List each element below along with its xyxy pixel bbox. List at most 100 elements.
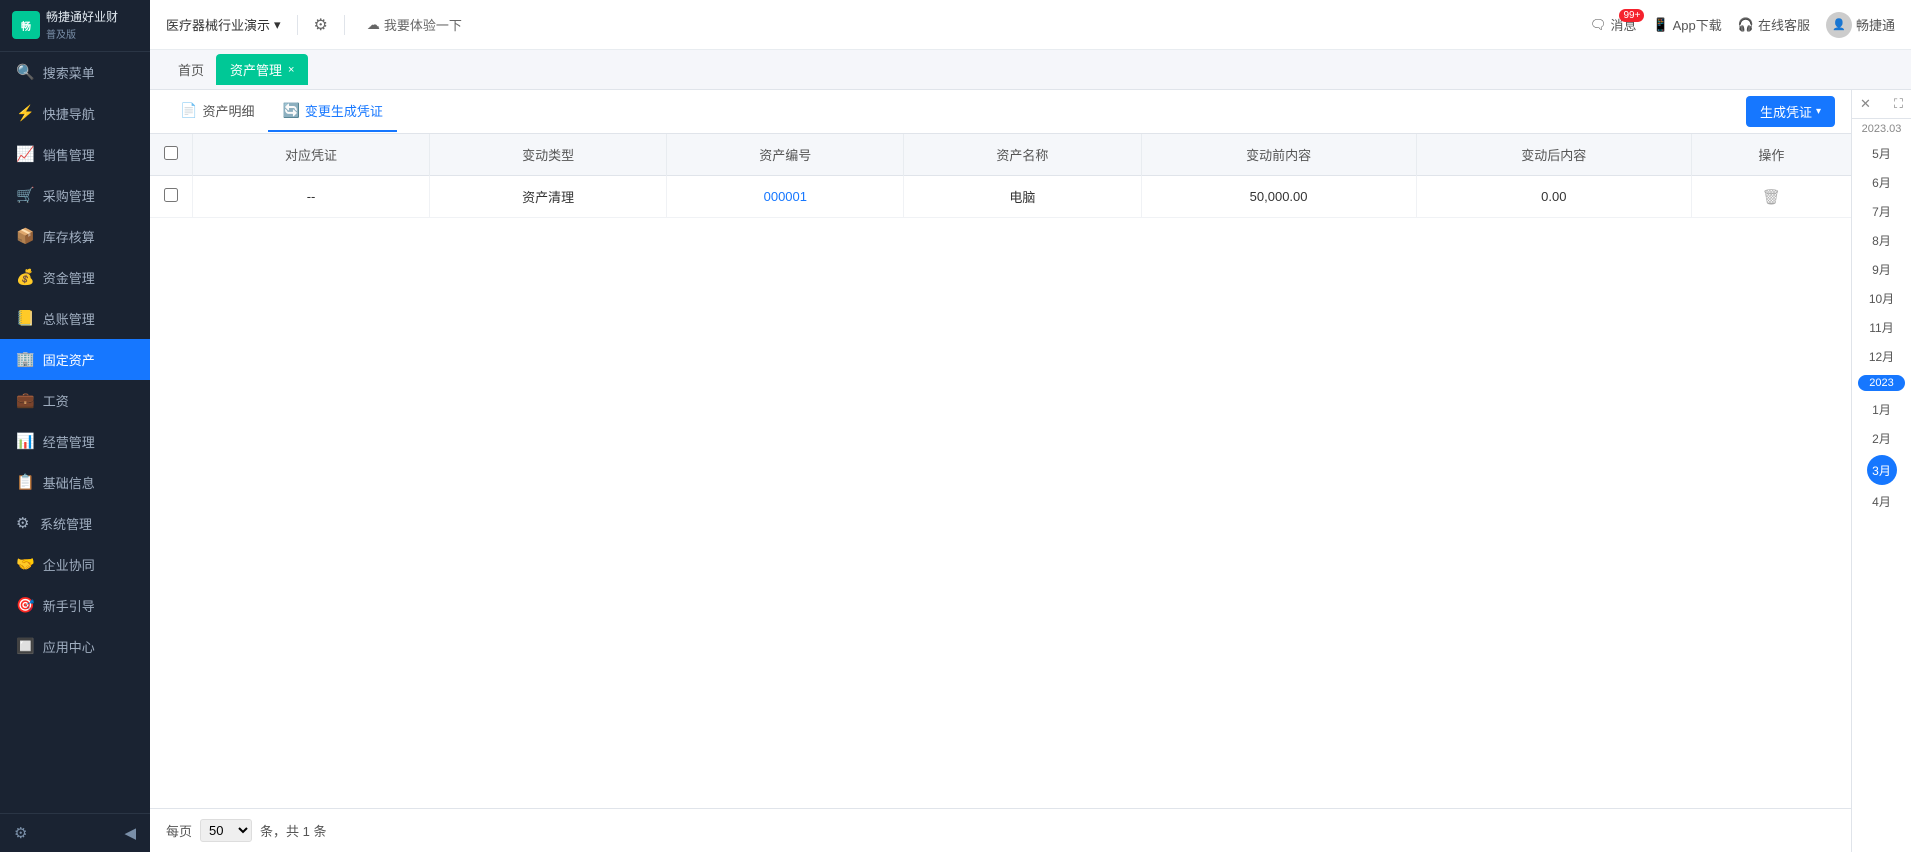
row-checkbox-0[interactable] [164,188,178,202]
message-btn[interactable]: 🗨 消息 99+ [1590,15,1637,34]
sidebar-item-guide[interactable]: 🎯新手引导 [0,585,150,626]
headset-icon: 🎧 [1738,17,1754,33]
sidebar-item-sales[interactable]: 📈 销售管理 [0,134,150,175]
app-subtitle: 普及版 [46,26,118,41]
cloud-icon: ☁ [367,17,380,33]
settings-bottom-icon[interactable]: ⚙ [14,824,27,842]
row-change-type: 资产清理 [430,176,667,218]
sidebar-label-quick-nav: 快捷导航 [43,104,95,123]
collapse-icon[interactable]: ◀ [124,824,136,842]
generate-chevron-icon: ▾ [1816,106,1821,117]
sidebar-icon-enterprise: 🤝 [16,555,35,573]
date-month-prev-12月[interactable]: 12月 [1852,342,1911,371]
feedback-btn[interactable]: ☁ 我要体验一下 [367,15,462,34]
sidebar-icon-ledger: 📒 [16,309,35,327]
sidebar-item-fund[interactable]: 💰资金管理 [0,257,150,298]
sidebar-icon-search: 🔍 [16,63,35,81]
generate-voucher-label: 生成凭证 [1760,102,1812,121]
change-icon: 🔄 [282,102,299,119]
table-header: 对应凭证 变动类型 资产编号 资产名称 变动前内容 变动后内容 操作 [150,134,1851,176]
date-month-prev-5月[interactable]: 5月 [1852,139,1911,168]
sidebar-icon-purchase: 🛒 [16,186,35,204]
topbar-settings-icon[interactable]: ⚙ [314,15,328,35]
tab-home[interactable]: 首页 [166,52,216,87]
sidebar-item-system[interactable]: ⚙系统管理 [0,503,150,544]
date-month-curr-1月[interactable]: 1月 [1852,395,1911,424]
sub-tab-change-voucher[interactable]: 🔄 变更生成凭证 [268,91,396,132]
sidebar-item-inventory[interactable]: 📦 库存核算 [0,216,150,257]
feedback-label: 我要体验一下 [384,15,462,34]
sidebar-icon-salary: 💼 [16,391,35,409]
message-icon: 🗨 [1590,17,1607,33]
sidebar-item-basic-info[interactable]: 📋基础信息 [0,462,150,503]
tab-asset-management[interactable]: 资产管理 × [216,54,308,85]
main-area: 医疗器械行业演示 ▾ ⚙ ☁ 我要体验一下 🗨 消息 99+ 📱 App下载 🎧… [150,0,1911,852]
date-panel-close-icon[interactable]: ✕ [1860,96,1871,112]
sidebar-item-fixed-assets[interactable]: 🏢 固定资产 [0,339,150,380]
table-row: -- 资产清理 000001 电脑 50,000.00 0.00 🗑 [150,176,1851,218]
date-month-prev-11月[interactable]: 11月 [1852,313,1911,342]
date-month-curr-4月[interactable]: 4月 [1852,487,1911,516]
sidebar-logo: 畅 畅捷通好业财 普及版 [0,0,150,52]
sidebar-item-app-center[interactable]: 🔲 应用中心 [0,626,150,667]
curr-months: 1月2月3月4月 [1852,395,1911,516]
sidebar-label-enterprise: 企业协同 [43,555,95,574]
sidebar-icon-system: ⚙ [16,514,32,532]
sidebar-icon-fixed-assets: 🏢 [16,350,35,368]
sidebar-label-sales: 销售管理 [43,145,95,164]
sidebar-label-ledger: 总账管理 [43,309,95,328]
sidebar-item-ledger[interactable]: 📒 总账管理 [0,298,150,339]
delete-btn-0[interactable]: 🗑 [1762,189,1781,206]
per-page-select[interactable]: 50 10 20 100 [200,819,252,842]
date-panel-expand-icon[interactable]: ⛶ [1894,96,1903,112]
sidebar-label-fund: 资金管理 [43,268,95,287]
sidebar-icon-inventory: 📦 [16,227,35,245]
date-month-prev-7月[interactable]: 7月 [1852,197,1911,226]
select-all-checkbox[interactable] [164,146,178,160]
sidebar-label-salary: 工资 [43,391,69,410]
generate-voucher-btn[interactable]: 生成凭证 ▾ [1746,96,1835,127]
user-menu[interactable]: 👤 畅捷通 [1826,12,1895,38]
topbar-divider-1 [297,15,298,35]
sidebar-item-operation[interactable]: 📊经营管理 [0,421,150,462]
avatar: 👤 [1826,12,1852,38]
topbar-divider-2 [344,15,345,35]
date-month-prev-10月[interactable]: 10月 [1852,284,1911,313]
sidebar-item-quick-nav[interactable]: ⚡快捷导航 [0,93,150,134]
th-before: 变动前内容 [1141,134,1416,176]
sidebar-item-enterprise[interactable]: 🤝 企业协同 [0,544,150,585]
th-asset-name: 资产名称 [904,134,1141,176]
date-month-prev-9月[interactable]: 9月 [1852,255,1911,284]
support-btn[interactable]: 🎧 在线客服 [1738,15,1810,34]
sidebar-label-inventory: 库存核算 [43,227,95,246]
sidebar: 畅 畅捷通好业财 普及版 🔍搜索菜单⚡快捷导航 📈 销售管理 🛒采购管理 📦 库存核算 💰资… [0,0,150,852]
row-asset-code: 000001 [667,176,904,218]
date-panel-prev-year: 2023.03 [1852,119,1911,139]
sidebar-item-purchase[interactable]: 🛒采购管理 [0,175,150,216]
app-download-btn[interactable]: 📱 App下载 [1652,15,1721,34]
sub-tab-asset-list[interactable]: 📄 资产明细 [166,91,268,132]
list-icon: 📄 [180,102,197,119]
sidebar-label-app-center: 应用中心 [43,637,95,656]
sidebar-label-fixed-assets: 固定资产 [43,350,95,369]
row-checkbox-cell [150,176,193,218]
sidebar-icon-sales: 📈 [16,145,35,163]
sub-tab-change-voucher-label: 变更生成凭证 [305,101,383,120]
asset-table: 对应凭证 变动类型 资产编号 资产名称 变动前内容 变动后内容 操作 -- 资产… [150,134,1851,218]
sidebar-icon-app-center: 🔲 [16,637,35,655]
phone-icon: 📱 [1652,17,1668,33]
support-label: 在线客服 [1758,15,1810,34]
row-before: 50,000.00 [1141,176,1416,218]
tab-close-icon[interactable]: × [288,64,294,76]
company-dropdown-icon: ▾ [274,17,281,33]
date-month-prev-8月[interactable]: 8月 [1852,226,1911,255]
th-change-type: 变动类型 [430,134,667,176]
date-month-prev-6月[interactable]: 6月 [1852,168,1911,197]
pagination: 每页 50 10 20 100 条，共 1 条 [150,808,1851,852]
date-month-curr-2月[interactable]: 2月 [1852,424,1911,453]
sidebar-item-salary[interactable]: 💼 工资 [0,380,150,421]
company-selector[interactable]: 医疗器械行业演示 ▾ [166,15,281,34]
date-month-curr-3月[interactable]: 3月 [1867,455,1897,485]
sidebar-item-search[interactable]: 🔍搜索菜单 [0,52,150,93]
sidebar-label-guide: 新手引导 [43,596,95,615]
